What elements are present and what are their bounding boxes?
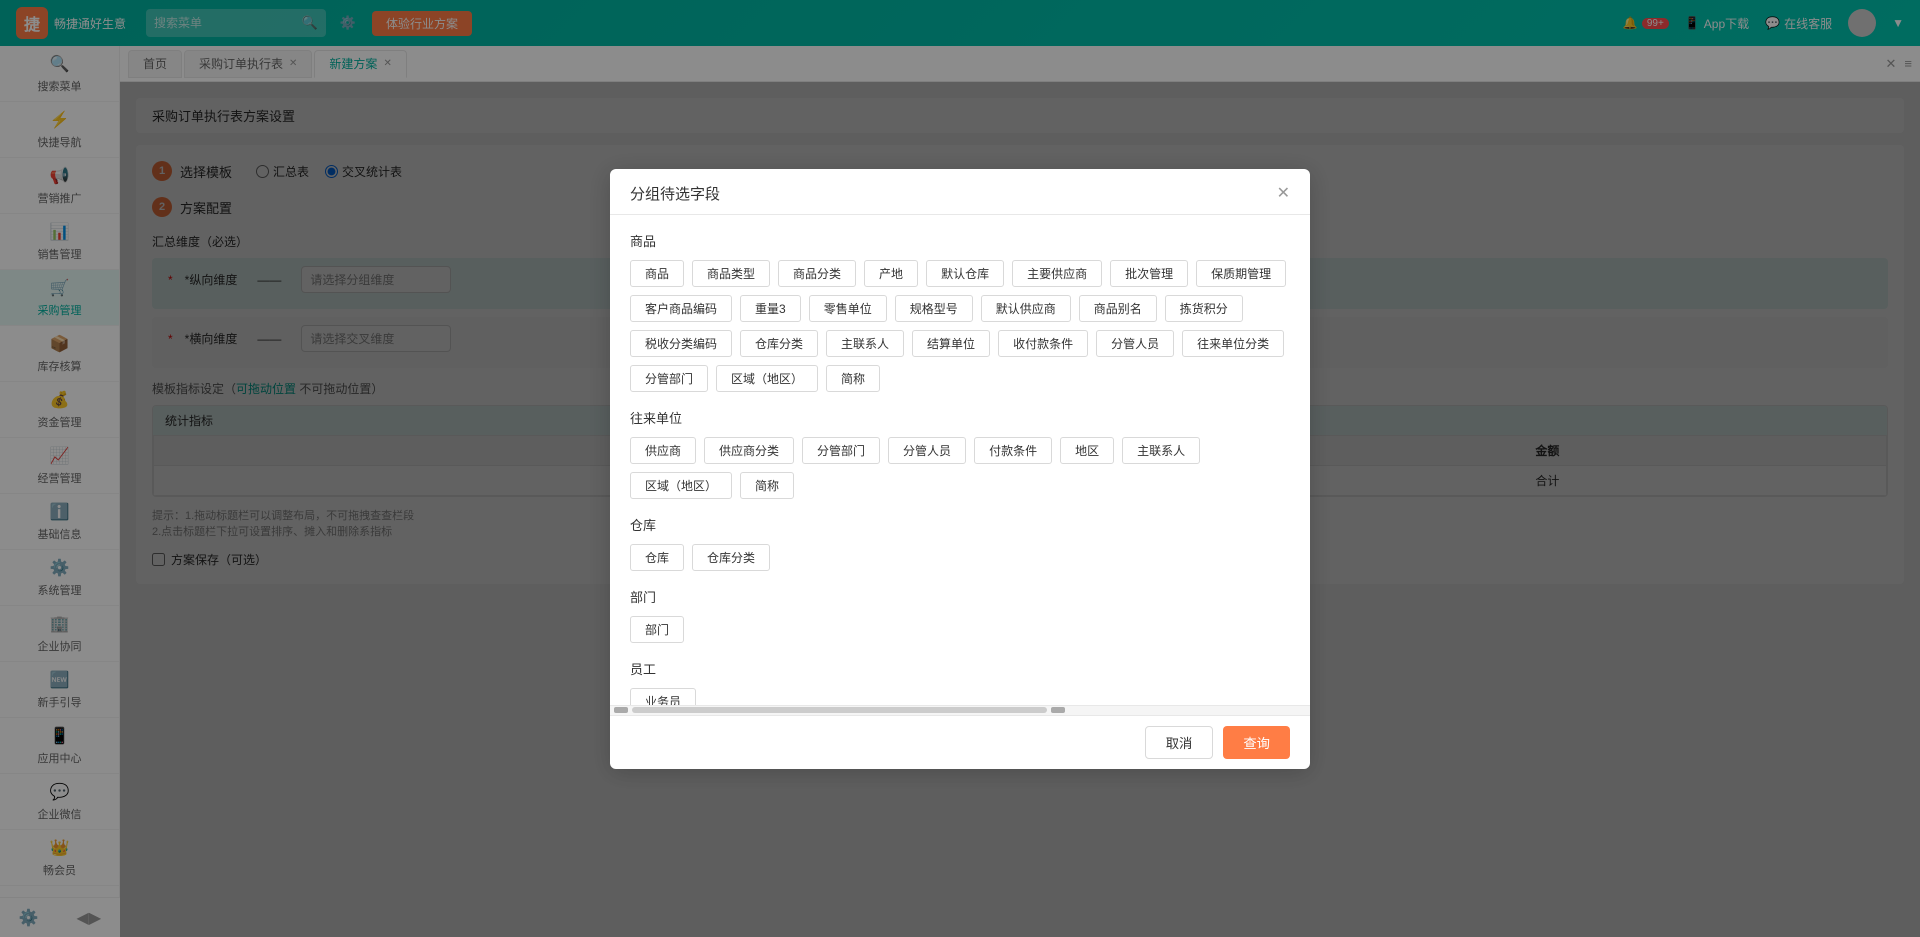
field-tag-goods-8[interactable]: 保质期管理 — [1196, 260, 1286, 287]
field-tag-goods-2[interactable]: 商品类型 — [692, 260, 770, 287]
field-tag-goods-16[interactable]: 税收分类编码 — [630, 330, 732, 357]
field-tag-goods-25[interactable]: 简称 — [826, 365, 880, 392]
modal-close-icon[interactable]: ✕ — [1277, 183, 1290, 203]
field-tag-partner-9[interactable]: 简称 — [740, 472, 794, 499]
field-tag-employee-1[interactable]: 业务员 — [630, 688, 696, 705]
field-tag-goods-22[interactable]: 往来单位分类 — [1182, 330, 1284, 357]
field-group-warehouse: 仓库 仓库 仓库分类 — [630, 515, 1290, 571]
modal-overlay: 分组待选字段 ✕ 商品 商品 商品类型 商品分类 产地 默认仓库 主要供应商 批… — [0, 0, 1920, 937]
field-tag-partner-7[interactable]: 主联系人 — [1122, 437, 1200, 464]
confirm-button[interactable]: 查询 — [1223, 726, 1290, 759]
modal-title: 分组待选字段 — [630, 183, 720, 204]
field-group-goods-title: 商品 — [630, 231, 1290, 250]
field-tag-goods-15[interactable]: 拣货积分 — [1165, 295, 1243, 322]
field-tag-goods-6[interactable]: 主要供应商 — [1012, 260, 1102, 287]
field-tag-goods-10[interactable]: 重量3 — [740, 295, 801, 322]
field-tag-goods-4[interactable]: 产地 — [864, 260, 918, 287]
field-tag-goods-23[interactable]: 分管部门 — [630, 365, 708, 392]
field-tag-warehouse-2[interactable]: 仓库分类 — [692, 544, 770, 571]
field-tag-goods-18[interactable]: 主联系人 — [826, 330, 904, 357]
partner-field-tags: 供应商 供应商分类 分管部门 分管人员 付款条件 地区 主联系人 区域（地区） … — [630, 437, 1290, 499]
field-tag-goods-13[interactable]: 默认供应商 — [981, 295, 1071, 322]
field-tag-goods-20[interactable]: 收付款条件 — [998, 330, 1088, 357]
cancel-button[interactable]: 取消 — [1145, 726, 1214, 759]
employee-field-tags: 业务员 — [630, 688, 1290, 705]
field-tag-goods-14[interactable]: 商品别名 — [1079, 295, 1157, 322]
field-tag-goods-3[interactable]: 商品分类 — [778, 260, 856, 287]
field-group-warehouse-title: 仓库 — [630, 515, 1290, 534]
field-tag-partner-1[interactable]: 供应商 — [630, 437, 696, 464]
field-tag-partner-4[interactable]: 分管人员 — [888, 437, 966, 464]
field-group-employee-title: 员工 — [630, 659, 1290, 678]
field-tag-goods-19[interactable]: 结算单位 — [912, 330, 990, 357]
field-group-employee: 员工 业务员 — [630, 659, 1290, 705]
field-tag-goods-21[interactable]: 分管人员 — [1096, 330, 1174, 357]
field-select-modal: 分组待选字段 ✕ 商品 商品 商品类型 商品分类 产地 默认仓库 主要供应商 批… — [610, 169, 1310, 769]
hscroll-thumb[interactable] — [632, 707, 1047, 713]
field-tag-goods-1[interactable]: 商品 — [630, 260, 684, 287]
field-tag-partner-5[interactable]: 付款条件 — [974, 437, 1052, 464]
field-group-partner-title: 往来单位 — [630, 408, 1290, 427]
dept-field-tags: 部门 — [630, 616, 1290, 643]
field-tag-goods-11[interactable]: 零售单位 — [809, 295, 887, 322]
hscroll-right-arrow[interactable] — [1051, 707, 1065, 713]
modal-footer: 取消 查询 — [610, 715, 1310, 769]
field-tag-goods-9[interactable]: 客户商品编码 — [630, 295, 732, 322]
field-tag-partner-6[interactable]: 地区 — [1060, 437, 1114, 464]
field-tag-goods-5[interactable]: 默认仓库 — [926, 260, 1004, 287]
field-tag-goods-7[interactable]: 批次管理 — [1110, 260, 1188, 287]
field-group-dept: 部门 部门 — [630, 587, 1290, 643]
field-tag-partner-2[interactable]: 供应商分类 — [704, 437, 794, 464]
warehouse-field-tags: 仓库 仓库分类 — [630, 544, 1290, 571]
field-tag-goods-17[interactable]: 仓库分类 — [740, 330, 818, 357]
field-tag-goods-12[interactable]: 规格型号 — [895, 295, 973, 322]
field-group-partner: 往来单位 供应商 供应商分类 分管部门 分管人员 付款条件 地区 主联系人 区域… — [630, 408, 1290, 499]
field-tag-dept-1[interactable]: 部门 — [630, 616, 684, 643]
field-tag-goods-24[interactable]: 区域（地区） — [716, 365, 818, 392]
hscroll-left-arrow[interactable] — [614, 707, 628, 713]
modal-horizontal-scrollbar[interactable] — [610, 705, 1310, 715]
field-tag-warehouse-1[interactable]: 仓库 — [630, 544, 684, 571]
field-group-dept-title: 部门 — [630, 587, 1290, 606]
field-tag-partner-8[interactable]: 区域（地区） — [630, 472, 732, 499]
modal-body[interactable]: 商品 商品 商品类型 商品分类 产地 默认仓库 主要供应商 批次管理 保质期管理… — [610, 215, 1310, 705]
goods-field-tags: 商品 商品类型 商品分类 产地 默认仓库 主要供应商 批次管理 保质期管理 客户… — [630, 260, 1290, 392]
field-group-goods: 商品 商品 商品类型 商品分类 产地 默认仓库 主要供应商 批次管理 保质期管理… — [630, 231, 1290, 392]
modal-header: 分组待选字段 ✕ — [610, 169, 1310, 215]
field-tag-partner-3[interactable]: 分管部门 — [802, 437, 880, 464]
